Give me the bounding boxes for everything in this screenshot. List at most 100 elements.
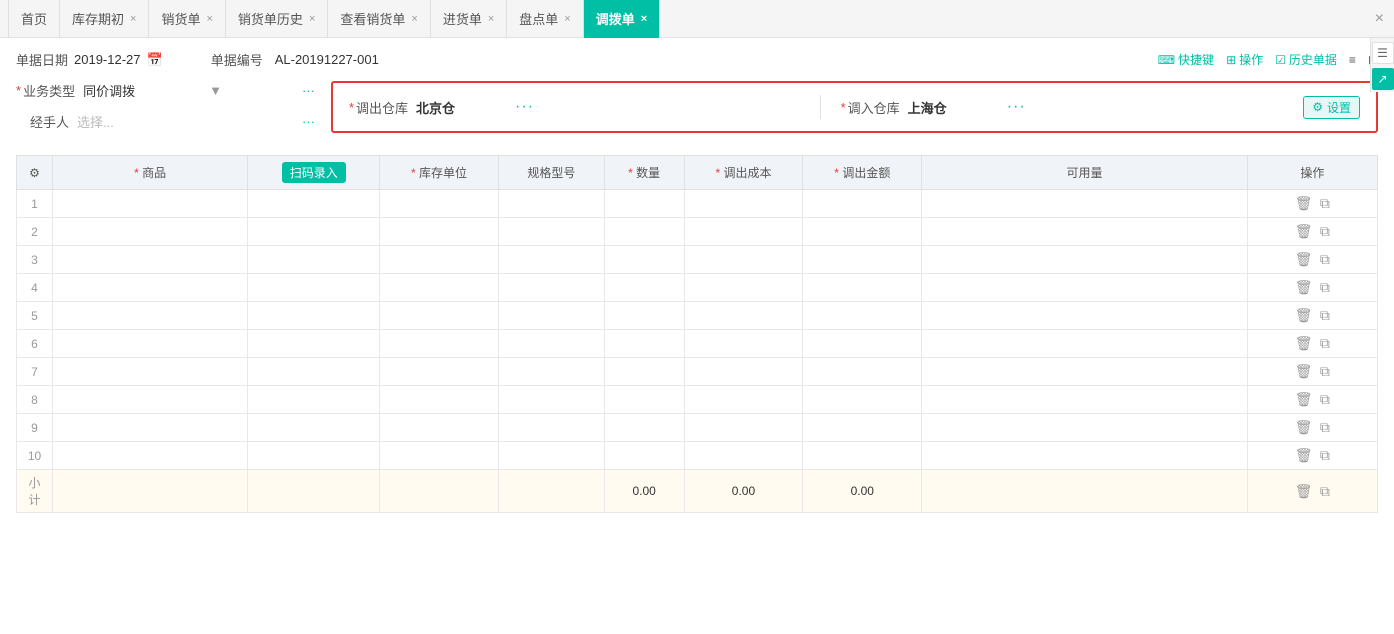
product-cell[interactable]	[53, 246, 248, 274]
product-cell[interactable]	[53, 470, 248, 513]
cost-cell[interactable]	[684, 358, 803, 386]
qty-cell[interactable]	[604, 190, 684, 218]
amount-cell[interactable]	[803, 218, 922, 246]
product-cell[interactable]	[53, 274, 248, 302]
amount-cell[interactable]	[803, 386, 922, 414]
amount-cell[interactable]	[803, 414, 922, 442]
product-cell[interactable]	[53, 358, 248, 386]
delete-icon[interactable]: 🗑	[1295, 391, 1313, 408]
layout-toggle-btn[interactable]: ≡	[1349, 53, 1356, 67]
product-cell[interactable]	[53, 218, 248, 246]
qty-cell[interactable]	[604, 442, 684, 470]
settings-btn[interactable]: ⚙ 设置	[1303, 96, 1360, 119]
product-cell[interactable]	[53, 302, 248, 330]
product-cell[interactable]	[53, 330, 248, 358]
cost-cell[interactable]	[684, 274, 803, 302]
delete-icon[interactable]: 🗑	[1295, 307, 1313, 324]
product-cell[interactable]	[53, 414, 248, 442]
close-icon[interactable]: ×	[130, 13, 136, 25]
tab-purchase[interactable]: 进货单 ×	[431, 0, 507, 38]
col-scan[interactable]: 扫码录入	[248, 156, 380, 190]
copy-icon[interactable]: ⧉	[1320, 447, 1330, 464]
amount-cell[interactable]	[803, 442, 922, 470]
delete-icon[interactable]: 🗑	[1295, 251, 1313, 268]
delete-icon[interactable]: 🗑	[1295, 195, 1313, 212]
sidebar-export-btn[interactable]: ↗	[1372, 68, 1394, 90]
tab-transfer[interactable]: 调拨单 ×	[584, 0, 660, 38]
copy-icon[interactable]: ⧉	[1320, 279, 1330, 296]
warehouse-out-more-btn[interactable]: ···	[515, 98, 534, 116]
warehouse-out-value[interactable]: 北京仓	[416, 98, 455, 117]
delete-icon[interactable]: 🗑	[1295, 223, 1313, 240]
qty-cell[interactable]	[604, 414, 684, 442]
qty-cell[interactable]	[604, 386, 684, 414]
copy-icon[interactable]: ⧉	[1320, 419, 1330, 436]
copy-icon[interactable]: ⧉	[1320, 335, 1330, 352]
history-btn[interactable]: ☑ 历史单据	[1275, 51, 1337, 68]
copy-icon[interactable]: ⧉	[1320, 363, 1330, 380]
tab-view-sales[interactable]: 查看销货单 ×	[328, 0, 430, 38]
person-more-btn[interactable]: ···	[302, 114, 315, 129]
delete-icon[interactable]: 🗑	[1295, 335, 1313, 352]
warehouse-in-value[interactable]: 上海仓	[908, 98, 947, 117]
product-cell[interactable]	[53, 190, 248, 218]
tab-sales-order[interactable]: 销货单 ×	[149, 0, 225, 38]
business-value[interactable]: 同价调拨	[83, 81, 203, 100]
tab-sales-history[interactable]: 销货单历史 ×	[226, 0, 328, 38]
product-cell[interactable]	[53, 386, 248, 414]
action-cell: 🗑 ⧉	[1247, 218, 1377, 246]
delete-icon[interactable]: 🗑	[1295, 483, 1313, 500]
sidebar-list-btn[interactable]: ☰	[1372, 42, 1394, 64]
delete-icon[interactable]: 🗑	[1295, 363, 1313, 380]
cost-cell[interactable]	[684, 218, 803, 246]
warehouse-in-more-btn[interactable]: ···	[1007, 98, 1026, 116]
copy-icon[interactable]: ⧉	[1320, 251, 1330, 268]
delete-icon[interactable]: 🗑	[1295, 447, 1313, 464]
amount-cell[interactable]	[803, 358, 922, 386]
copy-icon[interactable]: ⧉	[1320, 391, 1330, 408]
cost-cell[interactable]	[684, 246, 803, 274]
qty-cell[interactable]	[604, 302, 684, 330]
qty-cell[interactable]	[604, 274, 684, 302]
cost-cell[interactable]	[684, 190, 803, 218]
person-input[interactable]: 选择...	[77, 112, 114, 131]
window-close-icon[interactable]: ×	[1375, 10, 1384, 28]
chevron-down-icon[interactable]: ▼	[209, 83, 222, 98]
col-settings[interactable]: ⚙	[17, 156, 53, 190]
cost-cell[interactable]	[684, 414, 803, 442]
cost-cell[interactable]	[684, 330, 803, 358]
scan-button[interactable]: 扫码录入	[282, 162, 346, 183]
cost-cell[interactable]	[684, 386, 803, 414]
close-icon[interactable]: ×	[564, 13, 570, 25]
copy-icon[interactable]: ⧉	[1320, 223, 1330, 240]
operations-btn[interactable]: ⊞ 操作	[1226, 51, 1263, 68]
delete-icon[interactable]: 🗑	[1295, 279, 1313, 296]
amount-cell[interactable]	[803, 190, 922, 218]
shortcuts-btn[interactable]: ⌨ 快捷键	[1158, 51, 1214, 68]
close-icon[interactable]: ×	[488, 13, 494, 25]
amount-cell[interactable]	[803, 330, 922, 358]
tab-stocktake[interactable]: 盘点单 ×	[507, 0, 583, 38]
qty-cell[interactable]	[604, 330, 684, 358]
copy-icon[interactable]: ⧉	[1320, 307, 1330, 324]
copy-icon[interactable]: ⧉	[1320, 195, 1330, 212]
qty-cell[interactable]	[604, 218, 684, 246]
cost-cell[interactable]	[684, 442, 803, 470]
cost-cell[interactable]	[684, 302, 803, 330]
close-icon[interactable]: ×	[206, 13, 212, 25]
delete-icon[interactable]: 🗑	[1295, 419, 1313, 436]
close-icon[interactable]: ×	[641, 13, 647, 25]
calendar-icon[interactable]: 📅	[147, 52, 163, 68]
amount-cell[interactable]	[803, 246, 922, 274]
qty-cell[interactable]	[604, 246, 684, 274]
amount-cell[interactable]	[803, 302, 922, 330]
tab-inventory-init[interactable]: 库存期初 ×	[60, 0, 149, 38]
product-cell[interactable]	[53, 442, 248, 470]
business-more-btn[interactable]: ···	[302, 83, 315, 98]
qty-cell[interactable]	[604, 358, 684, 386]
copy-icon[interactable]: ⧉	[1320, 483, 1330, 500]
tab-home[interactable]: 首页	[8, 0, 60, 38]
close-icon[interactable]: ×	[309, 13, 315, 25]
close-icon[interactable]: ×	[411, 13, 417, 25]
amount-cell[interactable]	[803, 274, 922, 302]
